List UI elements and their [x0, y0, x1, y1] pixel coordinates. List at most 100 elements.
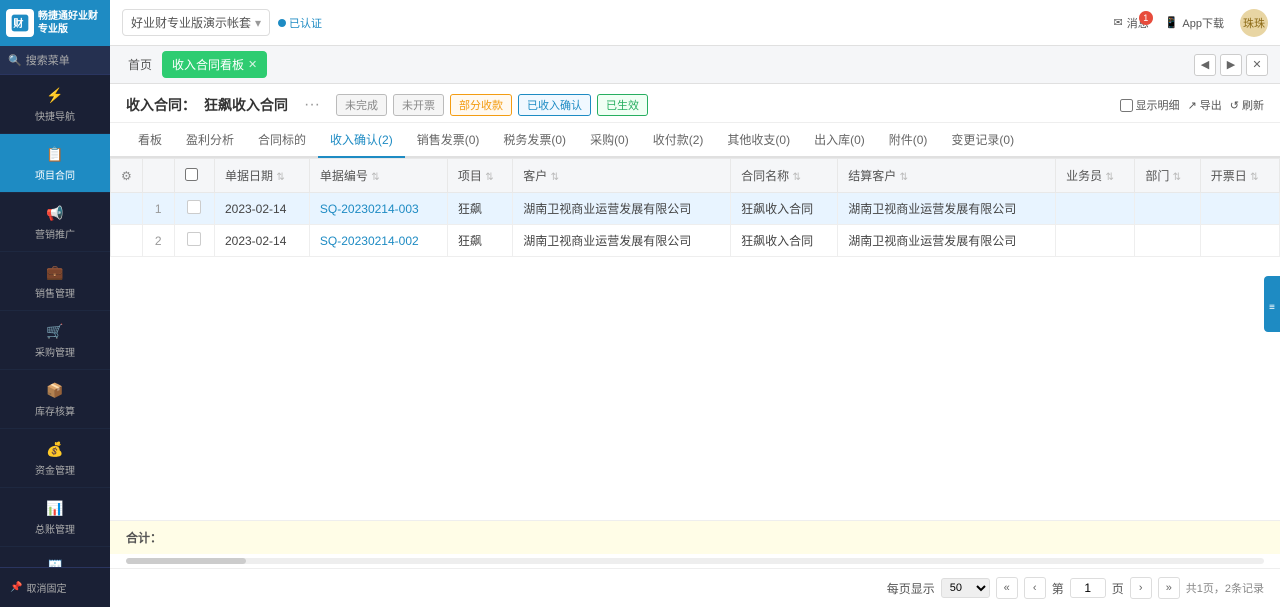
sidebar-item-quick[interactable]: ⚡ 快捷导航 [0, 75, 110, 134]
status-tag-incomplete[interactable]: 未完成 [336, 94, 387, 116]
app-download-button[interactable]: 📱 App下载 [1165, 15, 1224, 31]
col-final-customer[interactable]: 结算客户 ⇅ [838, 159, 1056, 193]
tab-close-all-button[interactable]: ✕ [1246, 54, 1268, 76]
table-body: 1 2023-02-14 SQ-20230214-003 狂飙 湖南卫视商业运营… [111, 193, 1280, 257]
show-detail-label: 显示明细 [1136, 97, 1180, 113]
sidebar-item-fund[interactable]: 💰 资金管理 [0, 429, 110, 488]
sort-order-icon: ⇅ [371, 172, 379, 183]
column-settings-icon[interactable]: ⚙ [121, 169, 132, 183]
table-row[interactable]: 2 2023-02-14 SQ-20230214-002 狂飙 湖南卫视商业运营… [111, 225, 1280, 257]
row1-checkbox[interactable] [187, 200, 201, 214]
row2-checkbox[interactable] [187, 232, 201, 246]
marketing-icon: 📢 [45, 203, 65, 223]
tab-profit[interactable]: 盈利分析 [174, 123, 246, 158]
tab-attachments[interactable]: 附件(0) [877, 123, 940, 158]
row1-open-date [1200, 193, 1279, 225]
sidebar-item-inventory[interactable]: 📦 库存核算 [0, 370, 110, 429]
chevron-down-icon: ▾ [255, 16, 261, 30]
show-detail-input[interactable] [1120, 99, 1133, 112]
row2-check[interactable] [174, 225, 214, 257]
sidebar-item-label: 营销推广 [35, 226, 75, 241]
col-date[interactable]: 单据日期 ⇅ [214, 159, 309, 193]
col-customer[interactable]: 客户 ⇅ [513, 159, 731, 193]
invoice-icon: 🧾 [45, 557, 65, 567]
row1-order-no[interactable]: SQ-20230214-003 [309, 193, 447, 225]
row1-check[interactable] [174, 193, 214, 225]
col-order-no[interactable]: 单据编号 ⇅ [309, 159, 447, 193]
row1-project: 狂飙 [447, 193, 512, 225]
tab-kanban[interactable]: 看板 [126, 123, 174, 158]
sidebar-item-general[interactable]: 📊 总账管理 [0, 488, 110, 547]
active-tab[interactable]: 收入合同看板 ✕ [162, 51, 267, 78]
sort-date-icon: ⇅ [276, 172, 284, 183]
row2-order-no[interactable]: SQ-20230214-002 [309, 225, 447, 257]
sidebar-item-purchase[interactable]: 🛒 采购管理 [0, 311, 110, 370]
tab-next-button[interactable]: ▶ [1220, 54, 1242, 76]
refresh-button[interactable]: ↺ 刷新 [1230, 97, 1264, 113]
tab-storage[interactable]: 出入库(0) [802, 123, 877, 158]
tab-change-log[interactable]: 变更记录(0) [939, 123, 1026, 158]
sidebar-item-label: 销售管理 [35, 285, 75, 300]
tab-other-income[interactable]: 其他收支(0) [715, 123, 802, 158]
scroll-thumb[interactable] [126, 558, 246, 564]
status-tag-confirmed[interactable]: 已收入确认 [518, 94, 591, 116]
pagination-last-button[interactable]: » [1158, 577, 1180, 599]
col-open-date-label: 开票日 [1211, 169, 1247, 183]
more-options-button[interactable]: ··· [304, 96, 320, 114]
col-department[interactable]: 部门 ⇅ [1135, 159, 1200, 193]
pagination-prev-button[interactable]: ‹ [1024, 577, 1046, 599]
right-edge-button[interactable]: ≡ [1264, 276, 1280, 332]
status-tag-partial[interactable]: 部分收款 [450, 94, 512, 116]
row1-order-link[interactable]: SQ-20230214-003 [320, 202, 419, 216]
pagination-first-button[interactable]: « [996, 577, 1018, 599]
tab-tax-invoice[interactable]: 税务发票(0) [491, 123, 578, 158]
col-open-date[interactable]: 开票日 ⇅ [1200, 159, 1279, 193]
sidebar-search[interactable]: 🔍 搜索菜单 [0, 46, 110, 75]
company-selector[interactable]: 好业财专业版演示帐套 ▾ [122, 9, 270, 36]
pagination: 每页显示 50 100 200 « ‹ 第 页 › » 共1页，2条记录 [110, 568, 1280, 607]
row1-num: 1 [142, 193, 174, 225]
tab-payment[interactable]: 收付款(2) [641, 123, 716, 158]
contract-right-actions: 显示明细 ↗ 导出 ↺ 刷新 [1120, 97, 1264, 113]
tab-sales-invoice[interactable]: 销售发票(0) [405, 123, 492, 158]
tab-income-confirm[interactable]: 收入确认(2) [318, 123, 405, 158]
col-salesperson[interactable]: 业务员 ⇅ [1056, 159, 1135, 193]
tab-purchase[interactable]: 采购(0) [578, 123, 641, 158]
sidebar-item-project[interactable]: 📋 项目合同 [0, 134, 110, 193]
scroll-track[interactable] [126, 558, 1264, 564]
tab-bar: 首页 收入合同看板 ✕ ◀ ▶ ✕ [110, 46, 1280, 84]
row1-salesperson [1056, 193, 1135, 225]
pin-label: 取消固定 [26, 580, 66, 595]
user-avatar-button[interactable]: 珠珠 [1240, 9, 1268, 37]
search-label: 搜索菜单 [26, 52, 70, 68]
tab-close-button[interactable]: ✕ [248, 58, 257, 71]
message-button[interactable]: ✉ 1 消息 [1114, 15, 1149, 31]
tab-contract-standard[interactable]: 合同标的 [246, 123, 318, 158]
sidebar-item-marketing[interactable]: 📢 营销推广 [0, 193, 110, 252]
select-all-checkbox[interactable] [185, 168, 198, 181]
page-size-select[interactable]: 50 100 200 [941, 578, 990, 598]
certified-dot [278, 19, 286, 27]
top-bar-right: ✉ 1 消息 📱 App下载 珠珠 [1114, 9, 1269, 37]
status-tag-effective[interactable]: 已生效 [597, 94, 648, 116]
tab-prev-button[interactable]: ◀ [1194, 54, 1216, 76]
row2-order-link[interactable]: SQ-20230214-002 [320, 234, 419, 248]
status-tag-uninvoiced[interactable]: 未开票 [393, 94, 444, 116]
download-icon: 📱 [1165, 16, 1179, 29]
col-check[interactable] [174, 159, 214, 193]
sidebar-pin-toggle[interactable]: 📌 取消固定 [0, 574, 110, 601]
page-word: 第 [1052, 580, 1064, 597]
pagination-next-button[interactable]: › [1130, 577, 1152, 599]
breadcrumb-home[interactable]: 首页 [122, 52, 158, 77]
show-detail-checkbox[interactable]: 显示明细 [1120, 97, 1180, 113]
table-row[interactable]: 1 2023-02-14 SQ-20230214-003 狂飙 湖南卫视商业运营… [111, 193, 1280, 225]
sidebar-item-sales[interactable]: 💼 销售管理 [0, 252, 110, 311]
page-number-input[interactable] [1070, 578, 1106, 598]
message-icon: ✉ [1114, 16, 1123, 29]
certified-badge: 已认证 [278, 15, 322, 31]
sidebar-item-invoice[interactable]: 🧾 发票管理 [0, 547, 110, 567]
col-contract-name[interactable]: 合同名称 ⇅ [731, 159, 838, 193]
main-area: 好业财专业版演示帐套 ▾ 已认证 ✉ 1 消息 📱 App下载 [110, 0, 1280, 607]
col-project[interactable]: 项目 ⇅ [447, 159, 512, 193]
export-button[interactable]: ↗ 导出 [1188, 97, 1222, 113]
